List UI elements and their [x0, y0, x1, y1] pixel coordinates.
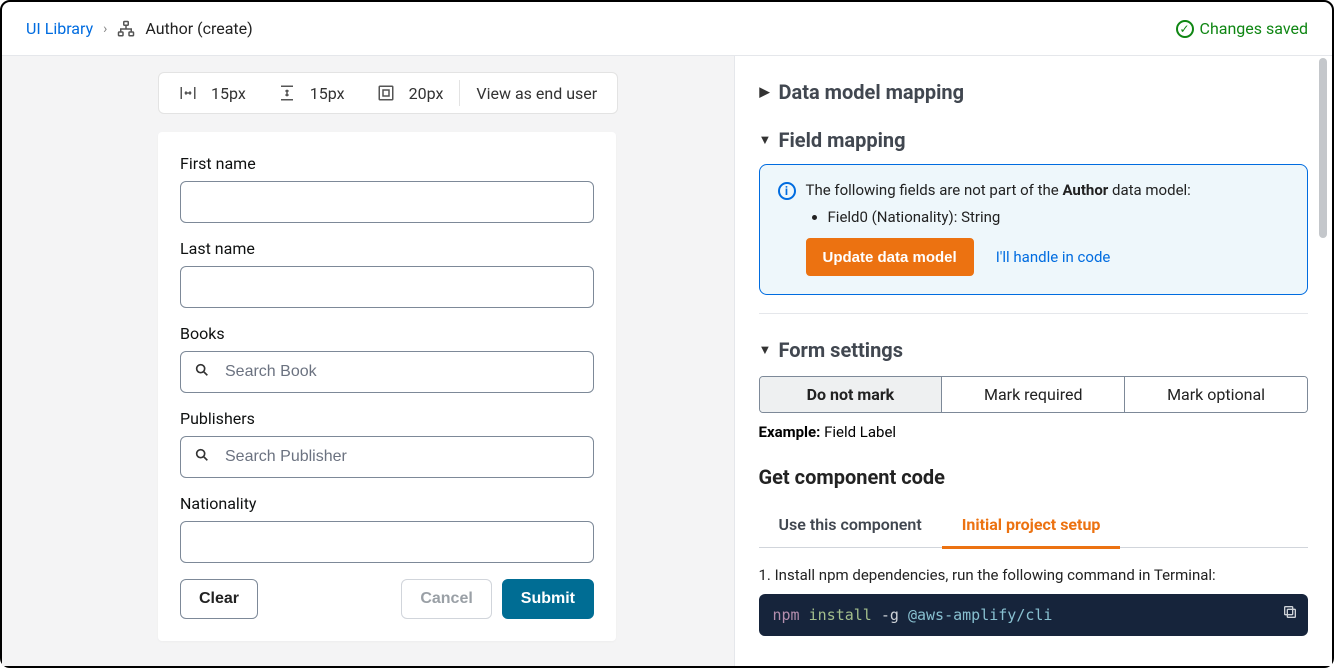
info-message: The following fields are not part of the…	[806, 181, 1191, 199]
tab-use-this-component[interactable]: Use this component	[759, 503, 942, 547]
padding-value: 20px	[409, 84, 444, 103]
expanded-triangle-icon: ▼	[759, 132, 771, 148]
nationality-input[interactable]	[180, 521, 594, 563]
horizontal-gap-control[interactable]: 15px	[163, 73, 262, 113]
view-as-end-user-button[interactable]: View as end user	[460, 73, 613, 113]
field-mapping-infobox: i The following fields are not part of t…	[759, 164, 1309, 295]
inspector-pane: ▶ Data model mapping ▼ Field mapping i T…	[734, 56, 1333, 666]
code-tabs: Use this component Initial project setup	[759, 503, 1309, 548]
books-label: Books	[180, 324, 594, 343]
submit-button[interactable]: Submit	[502, 579, 594, 619]
publishers-label: Publishers	[180, 409, 594, 428]
save-status: ✓ Changes saved	[1176, 19, 1308, 38]
seg-mark-optional[interactable]: Mark optional	[1125, 377, 1307, 412]
field-mapping-header[interactable]: ▼ Field mapping	[759, 122, 1309, 158]
tab-initial-project-setup[interactable]: Initial project setup	[942, 503, 1121, 549]
publishers-search-input[interactable]	[180, 436, 594, 478]
spacing-toolbar: 15px 15px 20px View as end user	[158, 72, 618, 114]
vertical-gap-icon	[278, 84, 296, 102]
first-name-input[interactable]	[180, 181, 594, 223]
example-row: Example: Field Label	[759, 423, 1309, 441]
breadcrumb-root-link[interactable]: UI Library	[26, 19, 93, 38]
save-status-text: Changes saved	[1200, 19, 1308, 38]
books-search-input[interactable]	[180, 351, 594, 393]
setup-step-1-text: 1. Install npm dependencies, run the fol…	[759, 566, 1309, 584]
breadcrumb-current: Author (create)	[145, 19, 252, 38]
last-name-label: Last name	[180, 239, 594, 258]
collapsed-triangle-icon: ▶	[759, 85, 771, 100]
breadcrumb: UI Library › Author (create)	[26, 19, 253, 38]
mark-segmented-control: Do not mark Mark required Mark optional	[759, 376, 1309, 413]
last-name-input[interactable]	[180, 266, 594, 308]
component-tree-icon	[117, 20, 135, 38]
form-settings-header[interactable]: ▼ Form settings	[759, 332, 1309, 368]
padding-icon	[377, 84, 395, 102]
first-name-label: First name	[180, 154, 594, 173]
update-data-model-button[interactable]: Update data model	[806, 238, 974, 276]
search-icon	[194, 447, 210, 467]
scrollbar-thumb[interactable]	[1319, 58, 1327, 238]
terminal-command-block: npm install -g @aws-amplify/cli	[759, 594, 1309, 636]
data-model-mapping-header[interactable]: ▶ Data model mapping	[759, 74, 1309, 110]
search-icon	[194, 362, 210, 382]
form-settings-title: Form settings	[779, 338, 904, 362]
seg-do-not-mark[interactable]: Do not mark	[760, 377, 943, 412]
canvas-pane: 15px 15px 20px View as end user	[2, 56, 734, 666]
chevron-right-icon: ›	[103, 21, 107, 37]
missing-field-item: Field0 (Nationality): String	[828, 208, 1290, 226]
copy-icon[interactable]	[1282, 604, 1298, 624]
info-icon: i	[778, 182, 796, 200]
data-model-mapping-title: Data model mapping	[779, 80, 965, 104]
check-circle-icon: ✓	[1176, 20, 1194, 38]
horizontal-gap-icon	[179, 84, 197, 102]
cancel-button[interactable]: Cancel	[401, 579, 491, 619]
handle-in-code-link[interactable]: I'll handle in code	[996, 248, 1111, 266]
section-divider	[759, 313, 1309, 314]
topbar: UI Library › Author (create) ✓ Changes s…	[2, 2, 1332, 56]
clear-button[interactable]: Clear	[180, 579, 258, 619]
get-component-code-heading: Get component code	[759, 465, 1309, 489]
view-as-label: View as end user	[476, 84, 597, 103]
scrollbar-track[interactable]	[1316, 58, 1330, 662]
horizontal-gap-value: 15px	[211, 84, 246, 103]
nationality-label: Nationality	[180, 494, 594, 513]
vertical-gap-value: 15px	[310, 84, 345, 103]
vertical-gap-control[interactable]: 15px	[262, 73, 361, 113]
expanded-triangle-icon: ▼	[759, 342, 771, 358]
padding-control[interactable]: 20px	[361, 73, 460, 113]
seg-mark-required[interactable]: Mark required	[942, 377, 1125, 412]
field-mapping-title: Field mapping	[779, 128, 906, 152]
form-card: First name Last name Books	[158, 132, 616, 641]
